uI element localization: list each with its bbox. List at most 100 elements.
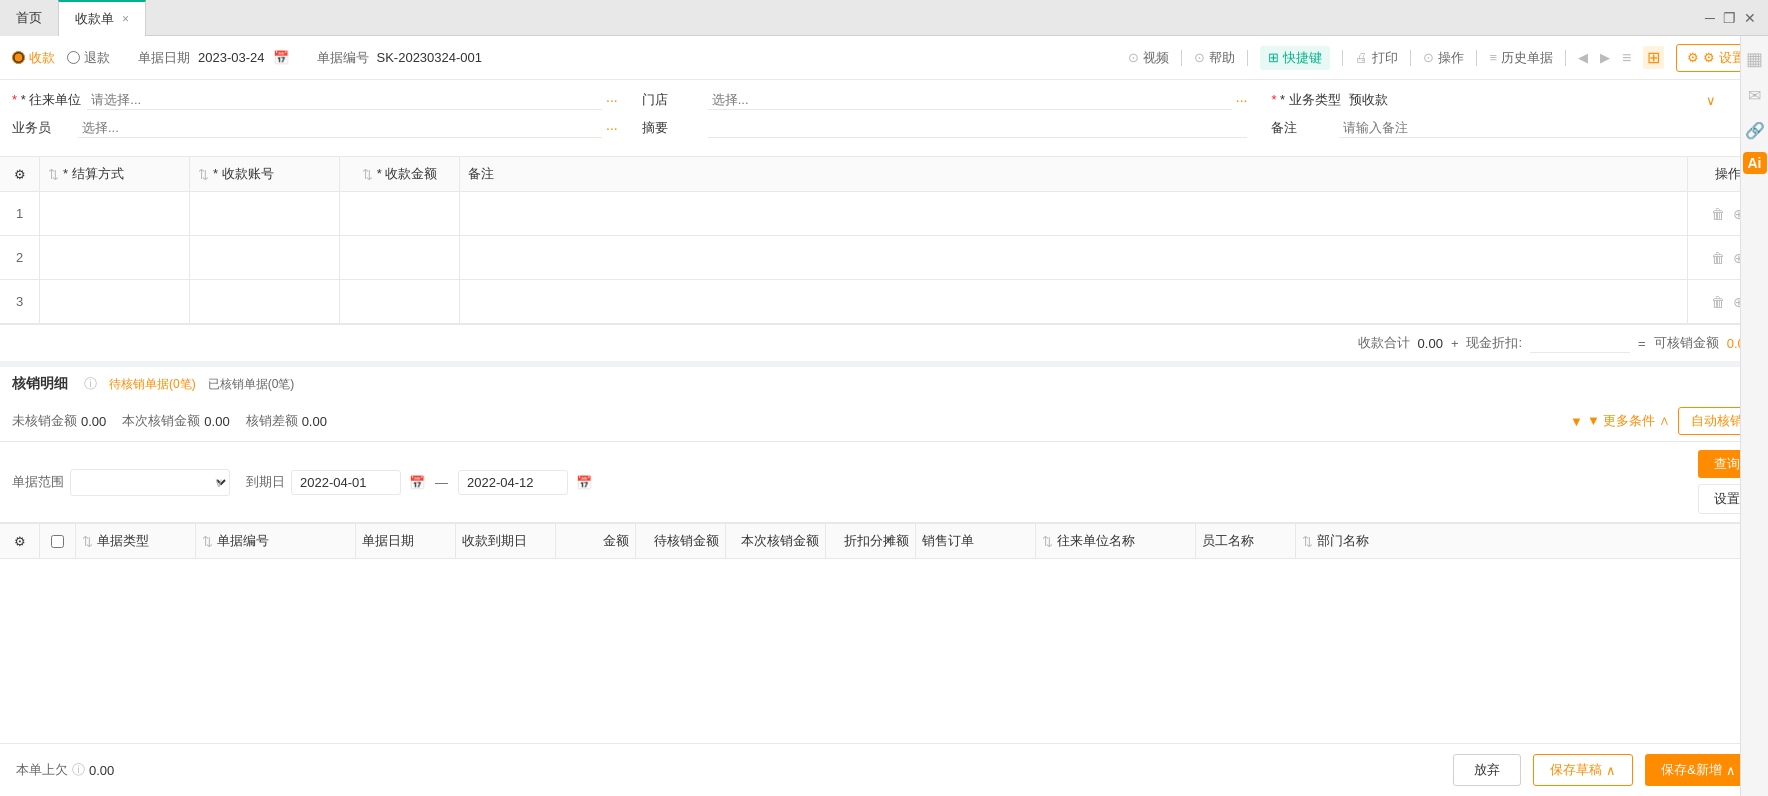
nav-next-icon[interactable]: ▶ [1600, 50, 1610, 65]
row3-amount[interactable] [340, 280, 460, 323]
business-type-arrow-icon[interactable]: ∨ [1706, 93, 1716, 108]
footer-total-label: 本单上欠 [16, 761, 68, 779]
row1-remark[interactable] [460, 192, 1688, 235]
tab-close-icon[interactable]: × [122, 12, 129, 26]
tab-bar: 首页 收款单 × ─ ❐ ✕ [0, 0, 1768, 36]
sort-no-icon: ⇅ [202, 534, 213, 549]
divider5 [1476, 50, 1477, 66]
sidebar-mail-icon[interactable]: ✉ [1744, 82, 1765, 109]
tab-home[interactable]: 首页 [0, 0, 58, 36]
partner-input[interactable] [87, 90, 602, 110]
abandon-button[interactable]: 放弃 [1453, 754, 1521, 786]
save-draft-button[interactable]: 保存草稿 ∧ [1533, 754, 1633, 786]
video-btn[interactable]: ⊙ 视频 [1128, 49, 1169, 67]
radio-shoukuan-label: 收款 [29, 49, 55, 67]
restore-icon[interactable]: ❐ [1723, 10, 1736, 26]
total-value: 0.00 [1418, 336, 1443, 351]
save-new-button[interactable]: 保存&新增 ∧ [1645, 754, 1752, 786]
row1-amount[interactable] [340, 192, 460, 235]
footer: 本单上欠 ⓘ 0.00 放弃 保存草稿 ∧ 保存&新增 ∧ [0, 743, 1768, 796]
row3-delete-icon[interactable]: 🗑 [1711, 294, 1725, 310]
bth-check[interactable] [40, 524, 76, 558]
to-calendar-icon[interactable]: 📅 [576, 475, 592, 490]
list-view-icon[interactable]: ≡ [1622, 49, 1631, 67]
discount-input[interactable] [1530, 333, 1630, 353]
th-account-label: * 收款账号 [213, 165, 274, 183]
pending-tab[interactable]: 待核销单据(0笔) [109, 376, 196, 393]
receipt-table-header: ⚙ ⇅ * 结算方式 ⇅ * 收款账号 ⇅ * 收款金额 备注 操作 [0, 157, 1768, 192]
footer-total-info: 本单上欠 ⓘ 0.00 [16, 761, 114, 779]
form-area: * 往来单位 ··· 门店 ··· * 业务类型 预收款 ∨ 业务员 [0, 80, 1768, 157]
bth-staff: 员工名称 [1196, 524, 1296, 558]
sidebar-table-icon[interactable]: ▦ [1742, 44, 1767, 74]
row2-settle[interactable] [40, 236, 190, 279]
radio-tuikuan-input[interactable] [67, 51, 80, 64]
range-label: 单据范围 [12, 473, 64, 491]
nav-prev-icon[interactable]: ◀ [1578, 50, 1588, 65]
row2-amount[interactable] [340, 236, 460, 279]
row2-delete-icon[interactable]: 🗑 [1711, 250, 1725, 266]
bth-partner-label: 往来单位名称 [1057, 532, 1135, 550]
due-date-to-input[interactable] [458, 470, 568, 495]
offset-section-header: 核销明细 ⓘ 待核销单据(0笔) 已核销单据(0笔) [0, 361, 1768, 401]
main-container: 收款 退款 单据日期 2023-03-24 📅 单据编号 SK-20230324… [0, 36, 1768, 796]
th-gear[interactable]: ⚙ [0, 157, 40, 191]
th-settle: ⇅ * 结算方式 [40, 157, 190, 191]
unchecked-val: 0.00 [81, 414, 106, 429]
staff-label: 业务员 [12, 119, 72, 137]
tab-current[interactable]: 收款单 × [58, 0, 146, 36]
print-btn[interactable]: 🖨 打印 [1355, 49, 1398, 67]
from-calendar-icon[interactable]: 📅 [409, 475, 425, 490]
done-tab[interactable]: 已核销单据(0笔) [208, 376, 295, 393]
bth-gear[interactable]: ⚙ [0, 524, 40, 558]
shop-input[interactable] [708, 90, 1232, 110]
more-conditions-label: ▼ 更多条件 ∧ [1587, 412, 1670, 430]
operate-btn[interactable]: ⊙ 操作 [1423, 49, 1464, 67]
staff-input[interactable] [78, 118, 602, 138]
row1-num: 1 [0, 192, 40, 235]
save-new-arrow-icon: ∧ [1726, 763, 1736, 778]
row1-account[interactable] [190, 192, 340, 235]
select-all-checkbox[interactable] [51, 535, 64, 548]
th-op-label: 操作 [1715, 165, 1741, 183]
plus-symbol: + [1451, 336, 1459, 351]
history-btn[interactable]: ≡ 历史单据 [1489, 49, 1553, 67]
divider4 [1410, 50, 1411, 66]
grid-view-icon[interactable]: ⊞ [1643, 46, 1664, 69]
row3-settle[interactable] [40, 280, 190, 323]
help-btn[interactable]: ⊙ 帮助 [1194, 49, 1235, 67]
minimize-icon[interactable]: ─ [1705, 10, 1715, 26]
content-area: * 往来单位 ··· 门店 ··· * 业务类型 预收款 ∨ 业务员 [0, 80, 1768, 796]
partner-field: * 往来单位 ··· [12, 90, 618, 110]
offset-info-icon[interactable]: ⓘ [84, 375, 97, 393]
range-select[interactable] [70, 469, 230, 496]
this-offset-val: 0.00 [204, 414, 229, 429]
radio-shoukuan-input[interactable] [12, 51, 25, 64]
sidebar-link-icon[interactable]: 🔗 [1741, 117, 1769, 144]
footer-info-icon[interactable]: ⓘ [72, 761, 85, 779]
sidebar-ai-icon[interactable]: Ai [1743, 152, 1767, 174]
row3-account[interactable] [190, 280, 340, 323]
date-calendar-icon[interactable]: 📅 [273, 50, 289, 65]
more-conditions-btn[interactable]: ▼ ▼ 更多条件 ∧ [1570, 412, 1670, 430]
radio-tuikuan[interactable]: 退款 [67, 49, 110, 67]
row3-num: 3 [0, 280, 40, 323]
row2-account[interactable] [190, 236, 340, 279]
close-icon[interactable]: ✕ [1744, 10, 1756, 26]
right-sidebar: ▦ ✉ 🔗 Ai [1740, 36, 1768, 796]
due-date-from-input[interactable] [291, 470, 401, 495]
row3-remark[interactable] [460, 280, 1688, 323]
note-input[interactable] [1339, 118, 1756, 138]
shortcut-btn[interactable]: ⊞ 快捷键 [1260, 46, 1330, 70]
history-icon: ≡ [1489, 50, 1497, 65]
row2-remark[interactable] [460, 236, 1688, 279]
table-row: 2 🗑 ⊕ [0, 236, 1768, 280]
partner-more-icon[interactable]: ··· [606, 92, 618, 108]
shop-more-icon[interactable]: ··· [1236, 92, 1248, 108]
summary-input[interactable] [708, 118, 1248, 138]
staff-more-icon[interactable]: ··· [606, 120, 618, 136]
top-toolbar: 收款 退款 单据日期 2023-03-24 📅 单据编号 SK-20230324… [0, 36, 1768, 80]
row1-settle[interactable] [40, 192, 190, 235]
radio-shoukuan[interactable]: 收款 [12, 49, 55, 67]
row1-delete-icon[interactable]: 🗑 [1711, 206, 1725, 222]
